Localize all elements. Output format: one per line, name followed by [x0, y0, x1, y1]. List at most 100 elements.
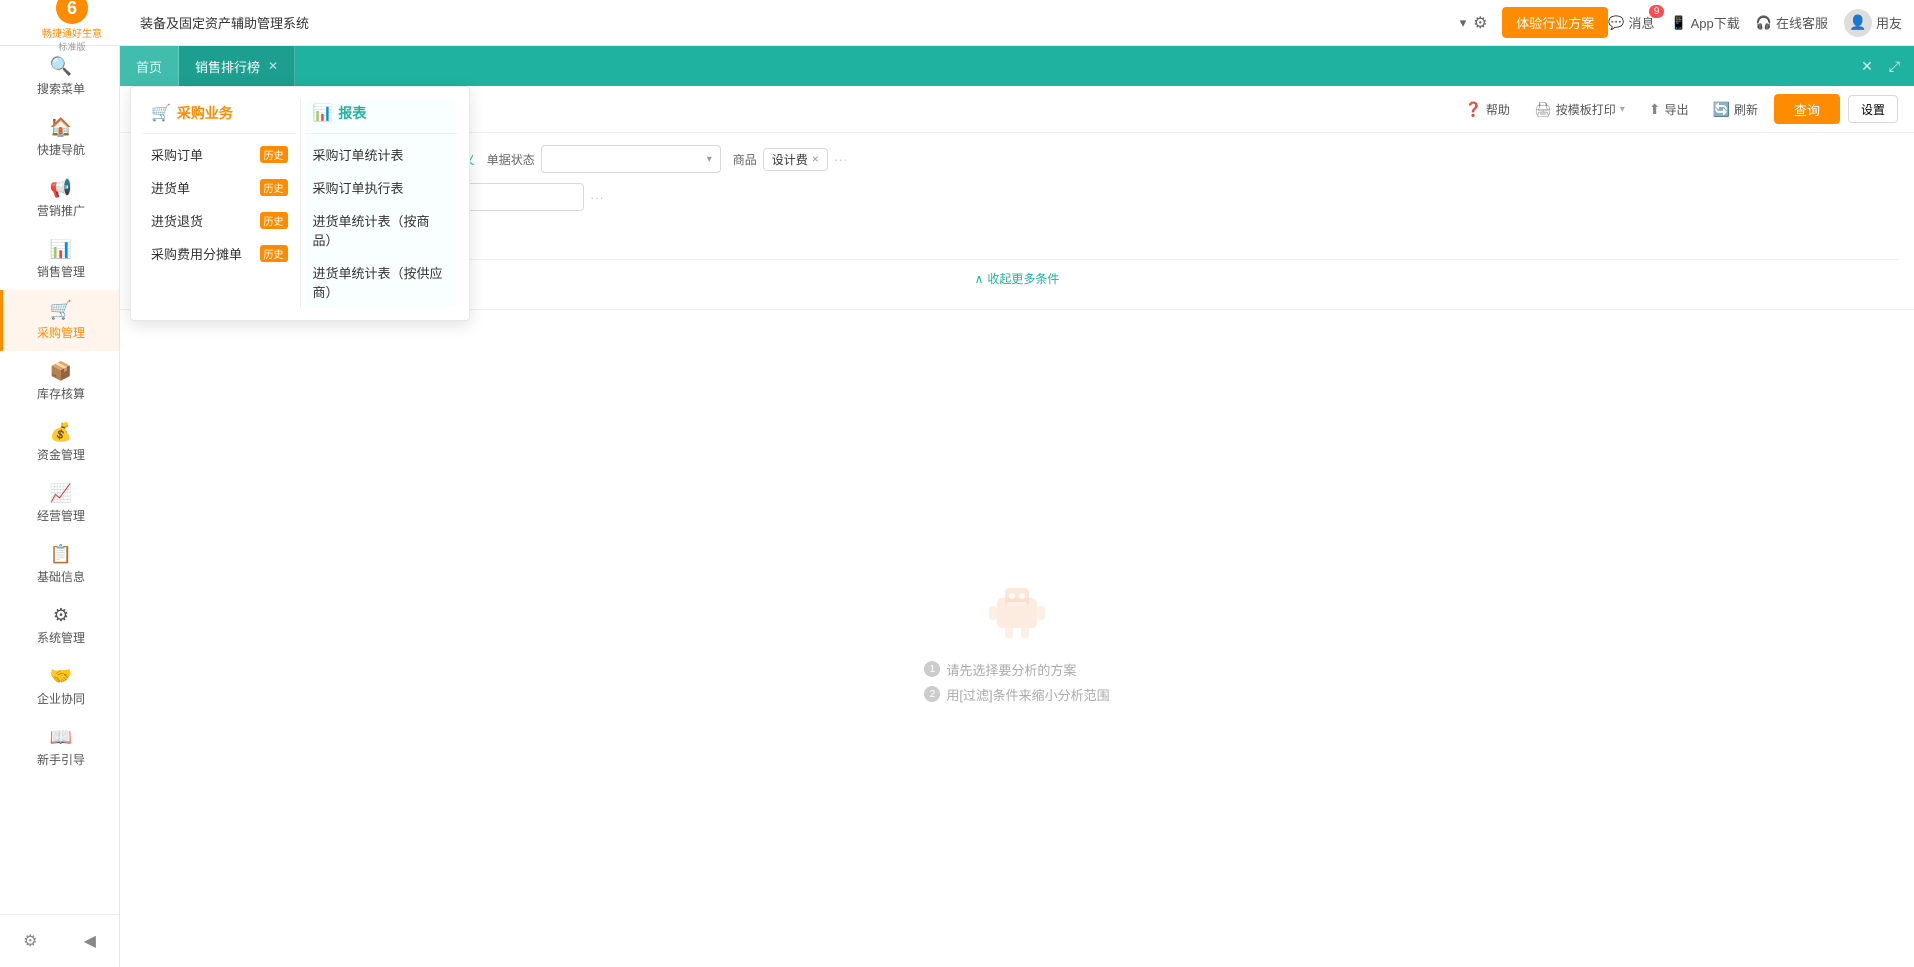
sidebar-item-system[interactable]: ⚙ 系统管理: [0, 595, 119, 656]
dropdown-columns: 🛒 采购业务 采购订单 历史 进货单 历史 进货退货 历史 采购费用分摊单 历史: [131, 99, 469, 308]
sidebar-item-marketing[interactable]: 📢 营销推广: [0, 168, 119, 229]
export-label: 导出: [1665, 101, 1689, 118]
sidebar-item-inventory-label: 库存核算: [37, 385, 85, 402]
dropdown-item-incoming-stats-supplier[interactable]: 进货单统计表（按供应商）: [305, 256, 458, 308]
sidebar-item-purchase[interactable]: 🛒 采购管理: [0, 290, 119, 351]
tip2-text: 用[过滤]条件来缩小分析范围: [946, 685, 1109, 704]
goods-tag-remove-icon[interactable]: ×: [812, 152, 819, 166]
empty-tips: 1 请先选择要分析的方案 2 用[过滤]条件来缩小分析范围: [924, 660, 1109, 710]
sidebar-collapse-icon[interactable]: ◀: [78, 925, 102, 957]
voucher-status-label: 单据状态: [487, 151, 535, 168]
tab-home-label: 首页: [136, 57, 162, 76]
sidebar-item-newbie[interactable]: 📖 新手引导: [0, 717, 119, 778]
dropdown-divider: [300, 99, 301, 308]
help-btn[interactable]: ❓ 帮助: [1456, 97, 1517, 122]
tip2-num: 2: [924, 686, 940, 702]
user-item[interactable]: 👤 用友: [1844, 9, 1902, 37]
collapse-btn[interactable]: ∧ 收起更多条件: [975, 264, 1060, 293]
dropdown-col-reports: 📊 报表 采购订单统计表 采购订单执行表 进货单统计表（按商品） 进货单统计表（…: [305, 99, 458, 308]
salesperson-filter-dots[interactable]: ···: [590, 189, 604, 205]
collapse-label: 收起更多条件: [987, 270, 1059, 287]
refresh-icon: 🔄: [1713, 101, 1730, 118]
newbie-icon: 📖: [50, 727, 72, 748]
app-download-item[interactable]: 📱 App下载: [1670, 13, 1739, 32]
dropdown-item-purchase-order[interactable]: 采购订单 历史: [143, 138, 296, 171]
expense-history-tag: 历史: [260, 245, 288, 262]
sidebar-item-finance[interactable]: 💰 资金管理: [0, 412, 119, 473]
logo-tag: 标准版: [58, 40, 85, 53]
goods-tag[interactable]: 设计费 ×: [763, 148, 828, 171]
dropdown-item-expense[interactable]: 采购费用分摊单 历史: [143, 237, 296, 270]
voucher-status-select[interactable]: ▾: [541, 145, 721, 173]
topbar-right: 💬 9 消息 📱 App下载 🎧 在线客服 👤 用友: [1608, 9, 1902, 37]
tab-close-icon[interactable]: ✕: [268, 59, 278, 73]
help-label: 帮助: [1486, 101, 1510, 118]
goods-filter-dots[interactable]: ···: [834, 151, 848, 167]
dropdown-col1-title: 采购业务: [177, 103, 233, 123]
incoming-history-tag: 历史: [260, 179, 288, 196]
dropdown-item-return[interactable]: 进货退货 历史: [143, 204, 296, 237]
tab-close-all-btn[interactable]: ✕: [1855, 54, 1879, 79]
search-menu-icon: 🔍: [50, 56, 72, 77]
sidebar-settings-icon[interactable]: ⚙: [17, 925, 43, 957]
voucher-status-arrow: ▾: [707, 154, 712, 165]
empty-state: 1 请先选择要分析的方案 2 用[过滤]条件来缩小分析范围: [120, 310, 1914, 967]
report-col-icon: 📊: [313, 103, 333, 123]
tab-bar-actions: ✕ ⤢: [1855, 54, 1914, 79]
export-btn[interactable]: ⬆ 导出: [1641, 97, 1697, 122]
sidebar-item-basicinfo[interactable]: 📋 基础信息: [0, 534, 119, 595]
order-stats-label: 采购订单统计表: [313, 145, 404, 164]
sidebar-item-search[interactable]: 🔍 搜索菜单: [0, 46, 119, 107]
sidebar-item-management[interactable]: 📈 经营管理: [0, 473, 119, 534]
dropdown-col2-title: 报表: [338, 103, 366, 123]
help-icon: ❓: [1464, 101, 1481, 118]
incoming-label: 进货单: [151, 178, 190, 197]
sidebar-item-search-label: 搜索菜单: [37, 80, 85, 97]
industry-btn[interactable]: 体验行业方案: [1502, 7, 1608, 38]
goods-tag-text: 设计费: [772, 151, 808, 168]
service-label: 在线客服: [1776, 13, 1828, 32]
print-arrow-icon: ▾: [1620, 104, 1625, 115]
sidebar-item-system-label: 系统管理: [37, 629, 85, 646]
tab-expand-btn[interactable]: ⤢: [1883, 54, 1906, 79]
print-label: 按模板打印: [1556, 101, 1616, 118]
collapse-icon: ∧: [975, 272, 984, 286]
dropdown-item-incoming[interactable]: 进货单 历史: [143, 171, 296, 204]
query-btn[interactable]: 查询: [1774, 94, 1840, 124]
sidebar-item-cooperation[interactable]: 🤝 企业协同: [0, 656, 119, 717]
user-avatar-icon: 👤: [1849, 14, 1866, 31]
purchase-order-label: 采购订单: [151, 145, 203, 164]
settings-icon-btn[interactable]: ⚙: [1466, 9, 1494, 37]
message-icon: 💬: [1608, 15, 1624, 31]
return-label: 进货退货: [151, 211, 203, 230]
message-item[interactable]: 💬 9 消息: [1608, 13, 1654, 32]
return-history-tag: 历史: [260, 212, 288, 229]
tab-sales-rank[interactable]: 销售排行榜 ✕: [179, 46, 295, 86]
dropdown-item-incoming-stats-goods[interactable]: 进货单统计表（按商品）: [305, 204, 458, 256]
dropdown-col2-header: 📊 报表: [305, 99, 458, 134]
sidebar-item-inventory[interactable]: 📦 库存核算: [0, 351, 119, 412]
logo-icon: 6: [56, 0, 88, 24]
refresh-label: 刷新: [1734, 101, 1758, 118]
filter-settings-btn[interactable]: 设置: [1848, 95, 1898, 123]
management-icon: 📈: [50, 483, 72, 504]
tip1-text: 请先选择要分析的方案: [946, 660, 1076, 679]
empty-illustration: [977, 568, 1057, 648]
sidebar-item-sales-label: 销售管理: [37, 263, 85, 280]
sidebar-item-finance-label: 资金管理: [37, 446, 85, 463]
refresh-btn[interactable]: 🔄 刷新: [1705, 97, 1766, 122]
dropdown-item-order-exec[interactable]: 采购订单执行表: [305, 171, 458, 204]
user-label: 用友: [1876, 13, 1902, 32]
order-exec-label: 采购订单执行表: [313, 178, 404, 197]
sidebar-item-sales[interactable]: 📊 销售管理: [0, 229, 119, 290]
goods-filter: 商品 设计费 × ···: [733, 148, 848, 171]
export-icon: ⬆: [1649, 101, 1661, 118]
online-service-item[interactable]: 🎧 在线客服: [1756, 13, 1828, 32]
dropdown-item-order-stats[interactable]: 采购订单统计表: [305, 138, 458, 171]
cooperation-icon: 🤝: [50, 666, 72, 687]
sidebar-item-quicknav[interactable]: 🏠 快捷导航: [0, 107, 119, 168]
inventory-icon: 📦: [50, 361, 72, 382]
finance-icon: 💰: [50, 422, 72, 443]
sales-icon: 📊: [50, 239, 72, 260]
print-btn[interactable]: 🖨 按模板打印 ▾: [1526, 97, 1633, 122]
